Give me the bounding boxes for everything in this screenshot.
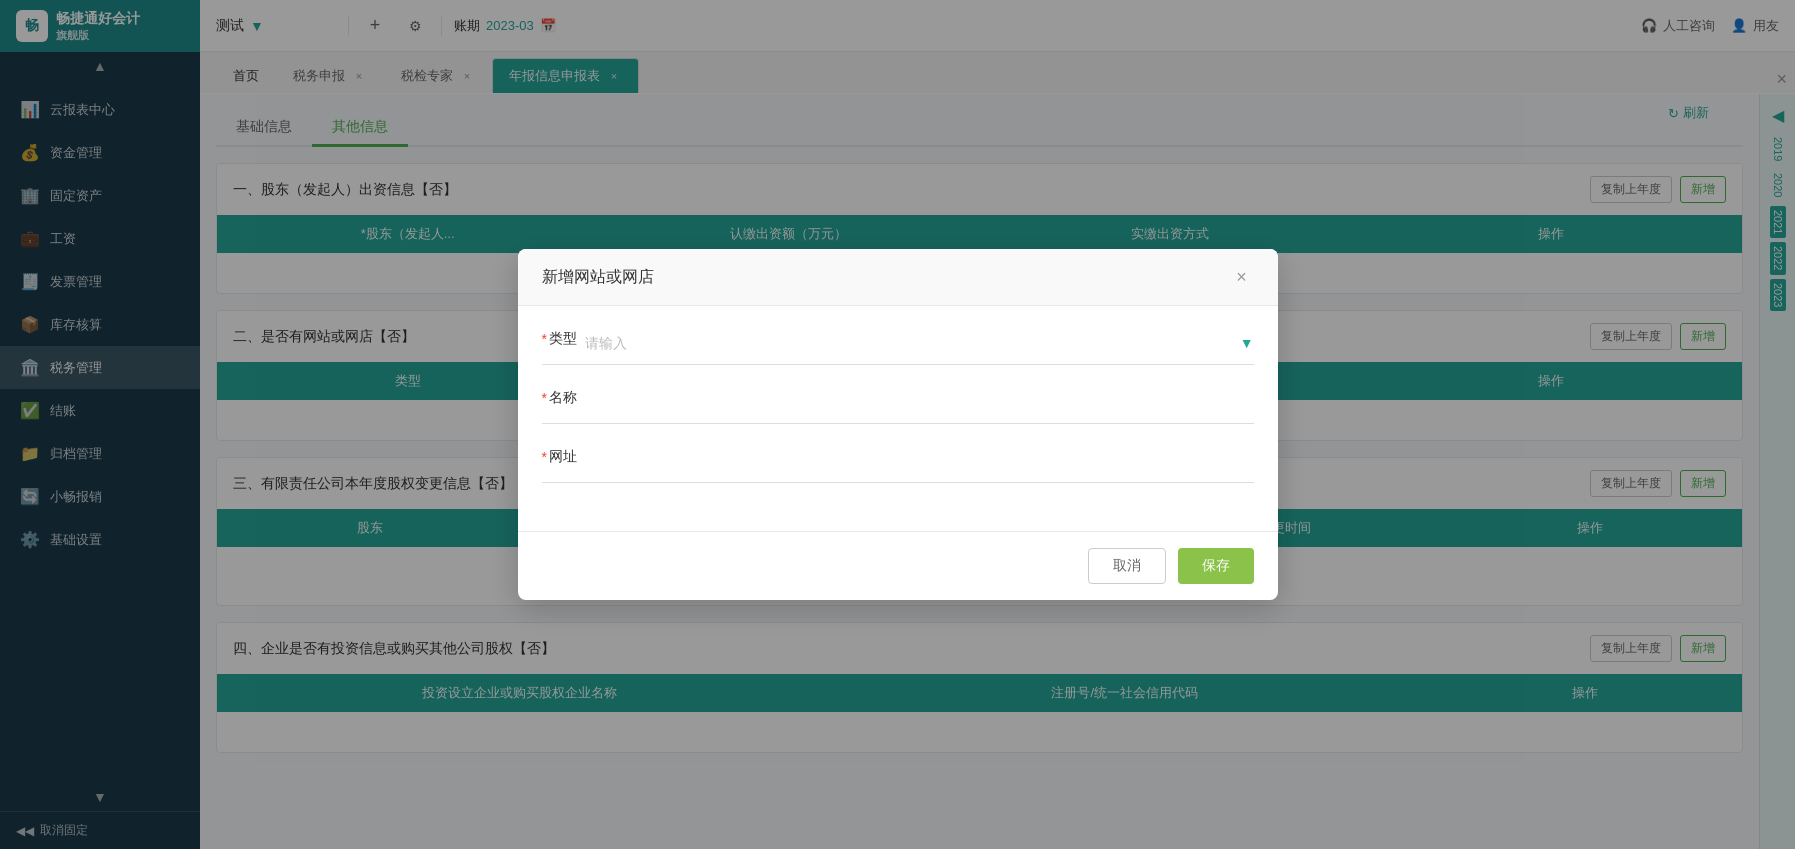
type-dropdown-arrow[interactable]: ▼ <box>1240 335 1254 351</box>
modal-header: 新增网站或网店 × <box>518 249 1278 306</box>
url-input[interactable] <box>577 453 1254 469</box>
required-star-name: * <box>542 390 547 406</box>
form-name-input-row: * 名称 <box>542 389 1254 424</box>
form-name-label: * 名称 <box>542 389 577 407</box>
modal-add-website: 新增网站或网店 × * 类型 ▼ <box>518 249 1278 600</box>
form-url-input-row: * 网址 <box>542 448 1254 483</box>
form-field-name: * 名称 <box>542 389 1254 424</box>
save-btn[interactable]: 保存 <box>1178 548 1254 584</box>
modal-body: * 类型 ▼ * 名称 <box>518 306 1278 531</box>
type-input[interactable] <box>585 335 1240 351</box>
modal-overlay[interactable]: 新增网站或网店 × * 类型 ▼ <box>0 0 1795 849</box>
modal-footer: 取消 保存 <box>518 531 1278 600</box>
name-input[interactable] <box>577 394 1254 410</box>
form-field-url: * 网址 <box>542 448 1254 483</box>
form-type-input-row: * 类型 ▼ <box>542 330 1254 365</box>
form-url-label: * 网址 <box>542 448 577 466</box>
required-star-url: * <box>542 449 547 465</box>
cancel-btn[interactable]: 取消 <box>1088 548 1166 584</box>
required-star-type: * <box>542 331 547 347</box>
form-field-type: * 类型 ▼ <box>542 330 1254 365</box>
form-type-label: * 类型 <box>542 330 585 348</box>
modal-close-btn[interactable]: × <box>1230 265 1254 289</box>
modal-title: 新增网站或网店 <box>542 267 654 288</box>
